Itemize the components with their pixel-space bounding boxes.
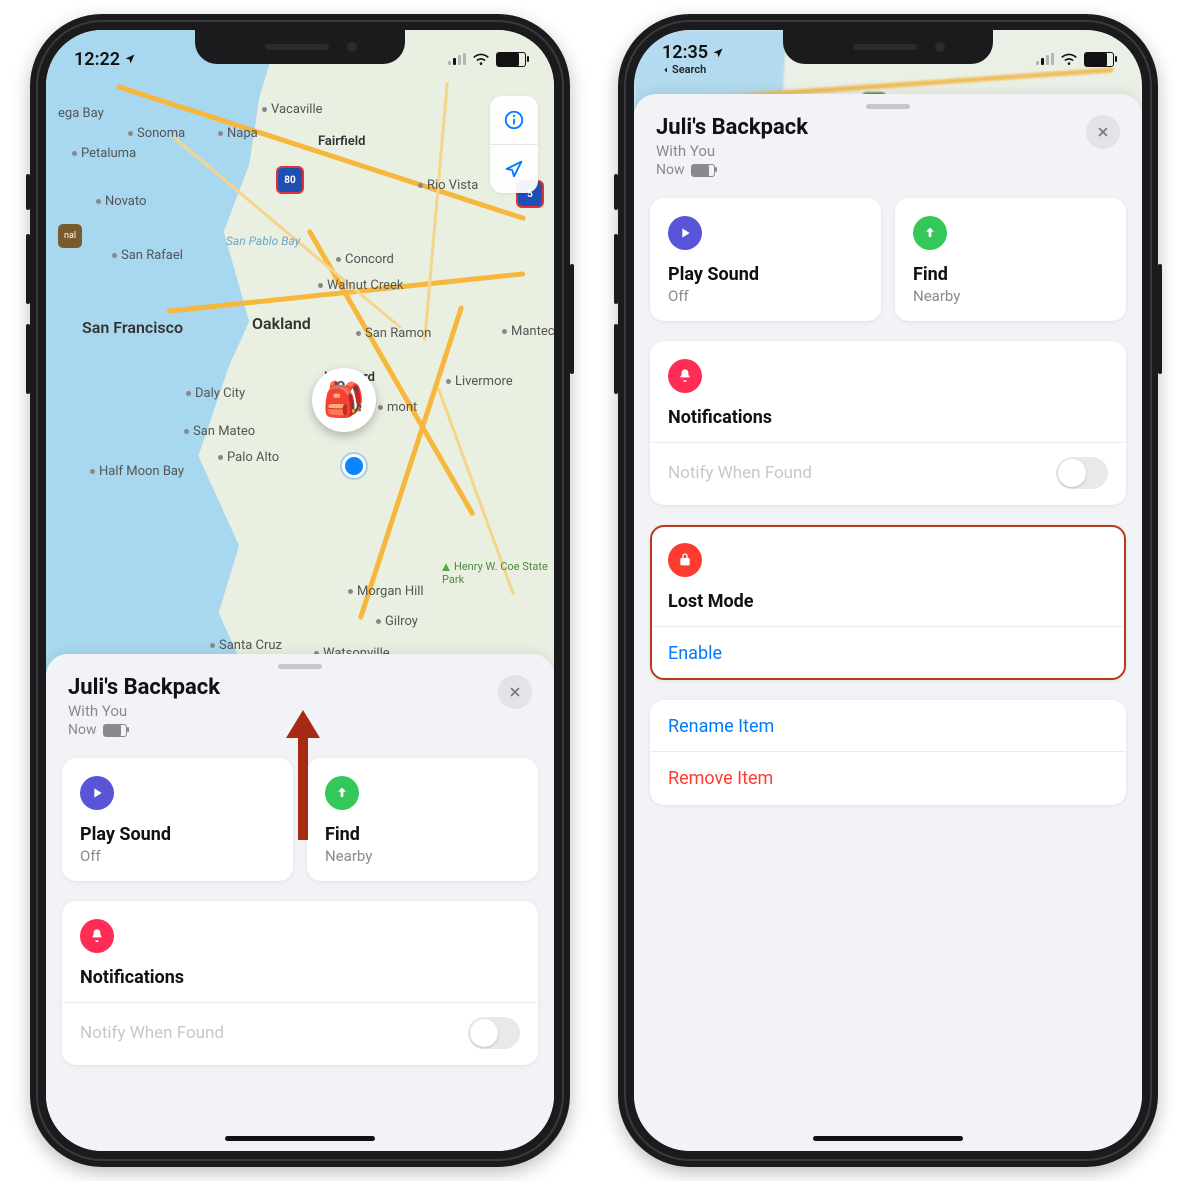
park-shield: nal [58,224,82,248]
city-label: Santa Cruz [210,638,282,653]
city-label: Concord [336,252,394,267]
city-label: ega Bay [58,106,104,121]
status-time: 12:22 [74,49,120,70]
item-subtitle: With You [656,142,808,160]
map-controls [490,96,538,193]
city-label: Fairfield [318,134,365,149]
map-info-button[interactable] [490,96,538,144]
remove-item[interactable]: Remove Item [650,751,1126,789]
cellular-icon [1036,53,1054,65]
item-management-card: Rename Item Remove Item [650,700,1126,805]
home-indicator[interactable] [813,1136,963,1141]
close-icon [508,685,522,699]
phone-left: 12:22 [30,14,570,1167]
item-title: Juli's Backpack [68,675,220,700]
city-label: Novato [96,194,146,209]
play-sound-card[interactable]: Play Sound Off [62,758,293,881]
info-icon [503,109,525,131]
notch [195,30,405,64]
arrow-up-icon [325,776,359,810]
city-label: San Rafael [112,248,183,263]
item-meta: Now [68,722,220,738]
battery-icon [691,164,715,177]
wifi-icon [1060,50,1078,68]
city-label: Manteca [502,324,554,339]
close-button[interactable] [1086,115,1120,149]
map-locate-button[interactable] [490,144,538,193]
city-label: Morgan Hill [348,584,424,599]
back-to-app[interactable]: Search [662,63,706,76]
battery-icon [496,52,526,67]
phone-right: 12:35 Search 238 [618,14,1158,1167]
city-label: Daly City [186,386,245,401]
location-arrow-icon [712,47,724,59]
play-icon [668,216,702,250]
close-icon [1096,125,1110,139]
close-button[interactable] [498,675,532,709]
notify-toggle[interactable] [1056,457,1108,489]
park-label: Henry W. Coe State Park [442,560,554,586]
chevron-left-icon [662,66,670,74]
play-sound-card[interactable]: Play Sound Off [650,198,881,321]
lost-mode-card: Lost Mode Enable [650,525,1126,680]
home-indicator[interactable] [225,1136,375,1141]
city-label: mont [378,400,417,415]
lock-icon [668,543,702,577]
battery-icon [1084,52,1114,67]
notifications-card: Notifications Notify When Found [650,341,1126,505]
bell-icon [668,359,702,393]
find-card[interactable]: Find Nearby [895,198,1126,321]
sheet-grabber[interactable] [866,104,910,109]
bell-icon [80,919,114,953]
item-title: Juli's Backpack [656,115,808,140]
city-label: Walnut Creek [318,278,404,293]
item-pin[interactable]: 🎒 [312,368,376,432]
city-label-sf: San Francisco [82,318,183,337]
current-location-dot [342,454,366,478]
rename-item[interactable]: Rename Item [650,700,1126,737]
city-label: San Mateo [184,424,255,439]
city-label: Vacaville [262,102,323,117]
item-meta: Now [656,162,808,178]
lost-mode-enable[interactable]: Enable [650,626,1126,664]
arrow-up-icon [913,216,947,250]
wifi-icon [472,50,490,68]
battery-icon [103,724,127,737]
city-label: San Ramon [356,326,431,341]
highway-shield: 80 [276,166,304,194]
item-subtitle: With You [68,702,220,720]
location-arrow-icon [503,158,525,180]
cellular-icon [448,53,466,65]
city-label: Gilroy [376,614,418,629]
location-arrow-icon [124,53,136,65]
sheet-grabber[interactable] [278,664,322,669]
city-label: Rio Vista [418,178,478,193]
city-label-oakland: Oakland [252,314,311,333]
city-label: Palo Alto [218,450,279,465]
city-label: Livermore [446,374,513,389]
find-card[interactable]: Find Nearby [307,758,538,881]
notch [783,30,993,64]
city-label: Petaluma [72,146,136,161]
item-sheet-expanded[interactable]: Juli's Backpack With You Now [634,94,1142,1151]
play-icon [80,776,114,810]
backpack-icon: 🎒 [323,380,365,420]
city-label: Napa [218,126,258,141]
notify-toggle[interactable] [468,1017,520,1049]
bay-label: San Pablo Bay [226,234,300,248]
notify-when-found-label: Notify When Found [668,463,812,483]
city-label: Half Moon Bay [90,464,184,479]
notifications-card: Notifications Notify When Found [62,901,538,1065]
city-label: Sonoma [128,126,185,141]
swipe-up-arrow-annotation [286,710,318,840]
status-time: 12:35 [662,42,708,63]
notify-when-found-label: Notify When Found [80,1023,224,1043]
